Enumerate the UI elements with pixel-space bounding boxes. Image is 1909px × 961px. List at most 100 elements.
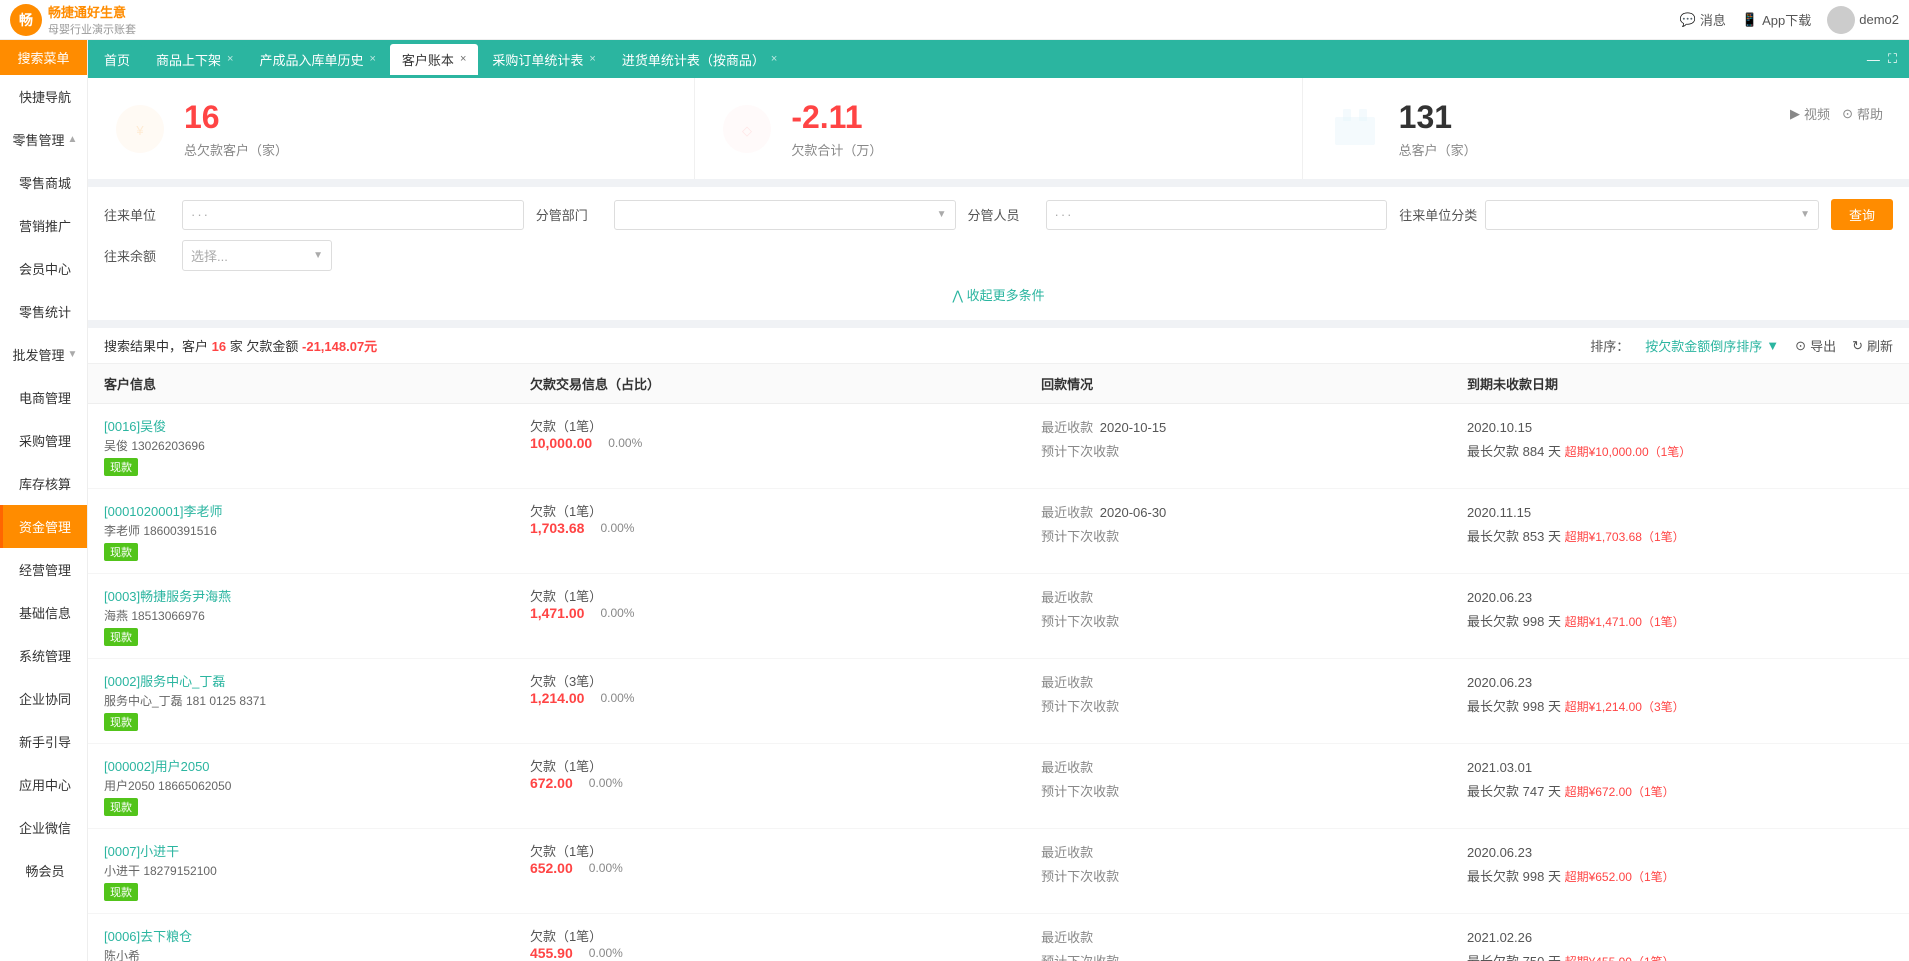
- debt-count: 欠款（1笔）: [530, 926, 1041, 945]
- tab-production-history[interactable]: 产成品入库单历史 ×: [247, 44, 387, 75]
- sidebar-item-inventory[interactable]: 库存核算: [0, 462, 87, 505]
- overdue-link[interactable]: 超期¥10,000.00（1笔）: [1565, 445, 1692, 459]
- overdue-link[interactable]: 超期¥652.00（1笔）: [1565, 870, 1675, 884]
- customer-name[interactable]: [0002]服务中心_丁磊: [104, 671, 530, 690]
- sidebar-item-basic-info[interactable]: 基础信息: [0, 591, 87, 634]
- sidebar-item-quick-nav[interactable]: 快捷导航: [0, 75, 87, 118]
- tabs-maximize-icon[interactable]: ⛶: [1888, 51, 1897, 67]
- username: demo2: [1859, 12, 1899, 27]
- sidebar-item-system[interactable]: 系统管理: [0, 634, 87, 677]
- topbar-right: 💬 消息 📱 App下载 demo2: [1680, 6, 1899, 34]
- debt-info-cell: 欠款（1笔） 455.90 0.00%: [530, 926, 1041, 961]
- col-collection: 回款情况: [1041, 374, 1467, 393]
- sidebar-item-capital[interactable]: 资金管理: [0, 505, 87, 548]
- collection-info: 最近收款 预计下次收款: [1041, 756, 1467, 803]
- stat1-number: 16: [184, 98, 288, 136]
- customer-tag: 现款: [104, 798, 138, 816]
- tab-purchase-order-stats[interactable]: 采购订单统计表 ×: [480, 44, 607, 75]
- search-button[interactable]: 查询: [1831, 199, 1893, 230]
- debt-amount[interactable]: 1,703.68: [530, 520, 585, 536]
- sidebar-item-new-guide[interactable]: 新手引导: [0, 720, 87, 763]
- tab-purchase-stats-by-product[interactable]: 进货单统计表（按商品） ×: [610, 44, 789, 75]
- help-btn[interactable]: ⊙ 帮助: [1842, 104, 1883, 123]
- overdue-link[interactable]: 超期¥1,214.00（3笔）: [1565, 700, 1685, 714]
- collapse-more-btn[interactable]: ⋀ 收起更多条件: [104, 281, 1893, 308]
- tab-product-status[interactable]: 商品上下架 ×: [144, 44, 245, 75]
- debt-percent: 0.00%: [589, 861, 623, 875]
- source-unit-input[interactable]: ···: [182, 200, 524, 230]
- debt-amount[interactable]: 1,214.00: [530, 690, 585, 706]
- sidebar-item-app-center[interactable]: 应用中心: [0, 763, 87, 806]
- customer-name[interactable]: [000002]用户2050: [104, 756, 530, 775]
- balance-select[interactable]: 选择... ▼: [182, 240, 332, 271]
- export-btn[interactable]: ⊙ 导出: [1795, 336, 1836, 355]
- customer-name[interactable]: [0016]吴俊: [104, 416, 530, 435]
- app-download-btn[interactable]: 📱 App下载: [1742, 10, 1811, 29]
- filter-dept: 分管部门 ▼: [536, 200, 956, 230]
- source-unit-class-select[interactable]: ▼: [1485, 200, 1819, 230]
- filter-source-unit: 往来单位 ···: [104, 200, 524, 230]
- balance-label: 往来余额: [104, 246, 174, 265]
- sidebar-item-enterprise-collab[interactable]: 企业协同: [0, 677, 87, 720]
- sidebar-item-purchase[interactable]: 采购管理: [0, 419, 87, 462]
- customer-name[interactable]: [0007]小进干: [104, 841, 530, 860]
- user-profile[interactable]: demo2: [1827, 6, 1899, 34]
- sidebar-item-label: 快捷导航: [19, 90, 71, 105]
- filter-bar: 往来单位 ··· 分管部门 ▼: [88, 187, 1909, 320]
- sidebar-item-label: 经营管理: [19, 563, 71, 578]
- source-unit-label: 往来单位: [104, 205, 174, 224]
- tab-close-icon[interactable]: ×: [460, 53, 466, 65]
- tab-customer-account[interactable]: 客户账本 ×: [390, 44, 478, 75]
- sidebar-item-batch-mgmt[interactable]: 批发管理 ▼: [0, 333, 87, 376]
- debt-amount[interactable]: 652.00: [530, 860, 573, 876]
- sidebar-item-enterprise-wechat[interactable]: 企业微信: [0, 806, 87, 849]
- sidebar-item-member[interactable]: 会员中心: [0, 247, 87, 290]
- stats-actions: ▶ 视频 ⊙ 帮助: [1774, 88, 1899, 139]
- overdue-link[interactable]: 超期¥1,703.68（1笔）: [1565, 530, 1685, 544]
- overdue-date: 2021.03.01 最长欠款 747 天 超期¥672.00（1笔）: [1467, 756, 1893, 803]
- tab-close-icon[interactable]: ×: [369, 53, 375, 65]
- dept-select[interactable]: ▼: [614, 200, 956, 230]
- customer-name[interactable]: [0001020001]李老师: [104, 501, 530, 520]
- debt-amount[interactable]: 10,000.00: [530, 435, 592, 451]
- customer-phone: 用户2050 18665062050: [104, 777, 530, 794]
- sidebar-item-label: 零售管理: [13, 130, 65, 149]
- message-btn[interactable]: 💬 消息: [1680, 10, 1726, 29]
- filter-manager: 分管人员 ···: [968, 200, 1388, 230]
- sidebar-search[interactable]: 搜索菜单: [0, 40, 87, 75]
- sidebar-item-operations[interactable]: 经营管理: [0, 548, 87, 591]
- overdue-link[interactable]: 超期¥1,471.00（1笔）: [1565, 615, 1685, 629]
- customer-info-cell: [0002]服务中心_丁磊 服务中心_丁磊 181 0125 8371 现款: [104, 671, 530, 731]
- tab-label: 产成品入库单历史: [259, 50, 363, 69]
- overdue-link[interactable]: 超期¥455.90（1笔）: [1565, 955, 1675, 961]
- debt-amount[interactable]: 672.00: [530, 775, 573, 791]
- tab-close-icon[interactable]: ×: [771, 53, 777, 65]
- manager-input[interactable]: ···: [1046, 200, 1388, 230]
- tabs-minimize-icon[interactable]: —: [1867, 52, 1880, 67]
- brand-subtitle: 母婴行业演示账套: [48, 21, 136, 37]
- sidebar-item-retail-mgmt[interactable]: 零售管理 ▲: [0, 118, 87, 161]
- sidebar-item-chang-member[interactable]: 畅会员: [0, 849, 87, 892]
- sidebar-item-label: 库存核算: [19, 477, 71, 492]
- debt-amount[interactable]: 455.90: [530, 945, 573, 961]
- overdue-link[interactable]: 超期¥672.00（1笔）: [1565, 785, 1675, 799]
- customer-name[interactable]: [0003]畅捷服务尹海燕: [104, 586, 530, 605]
- sort-value[interactable]: 按欠款金额倒序排序 ▼: [1645, 336, 1779, 355]
- due-date-cell: 2020.06.23 最长欠款 998 天 超期¥1,471.00（1笔）: [1467, 586, 1893, 633]
- table-row: [0001020001]李老师 李老师 18600391516 现款 欠款（1笔…: [88, 489, 1909, 574]
- tab-close-icon[interactable]: ×: [227, 53, 233, 65]
- customer-name[interactable]: [0006]去下粮仓: [104, 926, 530, 945]
- sidebar-item-ecommerce[interactable]: 电商管理: [0, 376, 87, 419]
- customer-phone: 服务中心_丁磊 181 0125 8371: [104, 692, 530, 709]
- refresh-btn[interactable]: ↻ 刷新: [1852, 336, 1893, 355]
- sidebar-item-retail-stats[interactable]: 零售统计: [0, 290, 87, 333]
- sidebar-item-marketing[interactable]: 营销推广: [0, 204, 87, 247]
- tab-close-icon[interactable]: ×: [589, 53, 595, 65]
- sidebar-item-retail-mall[interactable]: 零售商城: [0, 161, 87, 204]
- stat2-number: -2.11: [791, 98, 882, 136]
- due-date-cell: 2021.03.01 最长欠款 747 天 超期¥672.00（1笔）: [1467, 756, 1893, 803]
- tab-home[interactable]: 首页: [92, 44, 142, 75]
- tabs-controls: — ⛶: [1859, 51, 1905, 67]
- debt-amount[interactable]: 1,471.00: [530, 605, 585, 621]
- view-video-btn[interactable]: ▶ 视频: [1790, 104, 1830, 123]
